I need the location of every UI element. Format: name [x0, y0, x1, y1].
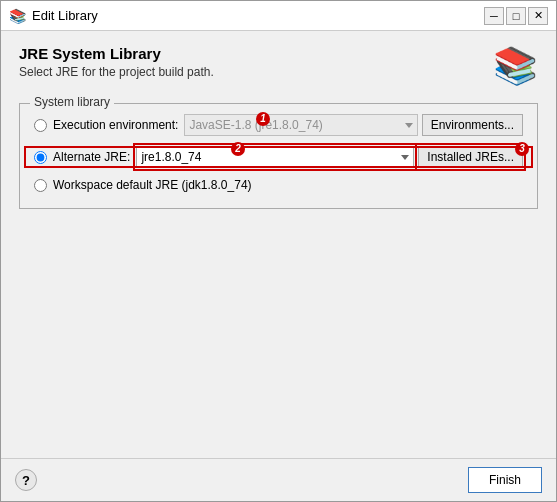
help-button[interactable]: ?: [15, 469, 37, 491]
group-label: System library: [30, 95, 114, 109]
content-area: JRE System Library Select JRE for the pr…: [1, 31, 556, 458]
page-subtitle: Select JRE for the project build path.: [19, 65, 483, 79]
window-icon: 📚: [9, 8, 26, 24]
workspace-jre-label: Workspace default JRE (jdk1.8.0_74): [53, 178, 252, 192]
alternate-jre-dropdown[interactable]: jre1.8.0_74: [136, 146, 414, 168]
edit-library-window: 📚 Edit Library ─ □ ✕ JRE System Library …: [0, 0, 557, 502]
title-bar: 📚 Edit Library ─ □ ✕: [1, 1, 556, 31]
header-section: JRE System Library Select JRE for the pr…: [19, 45, 538, 87]
close-button[interactable]: ✕: [528, 7, 548, 25]
alternate-jre-label: Alternate JRE:: [53, 150, 130, 164]
window-title: Edit Library: [32, 8, 98, 23]
execution-env-row: Execution environment: JavaSE-1.8 (jre1.…: [34, 114, 523, 136]
footer: ? Finish: [1, 458, 556, 501]
annotation-3: 3: [515, 142, 529, 156]
execution-env-label: Execution environment:: [53, 118, 178, 132]
header-icon: 📚: [493, 45, 538, 87]
workspace-jre-radio[interactable]: [34, 179, 47, 192]
execution-env-controls: JavaSE-1.8 (jre1.8.0_74) Environments...: [184, 114, 523, 136]
workspace-jre-row: Workspace default JRE (jdk1.8.0_74): [34, 178, 523, 192]
execution-env-dropdown[interactable]: JavaSE-1.8 (jre1.8.0_74): [184, 114, 417, 136]
title-left: 📚 Edit Library: [9, 8, 98, 24]
alternate-jre-radio[interactable]: [34, 151, 47, 164]
annotation-2: 2: [231, 142, 245, 156]
environments-button[interactable]: Environments...: [422, 114, 523, 136]
maximize-button[interactable]: □: [506, 7, 526, 25]
finish-button[interactable]: Finish: [468, 467, 542, 493]
window-controls: ─ □ ✕: [484, 7, 548, 25]
header-text: JRE System Library Select JRE for the pr…: [19, 45, 483, 79]
system-library-group: System library Execution environment: Ja…: [19, 103, 538, 209]
annotation-1: 1: [256, 112, 270, 126]
alternate-jre-row: Alternate JRE: jre1.8.0_74 Installed JRE…: [34, 146, 523, 168]
alternate-jre-controls: jre1.8.0_74 Installed JREs...: [136, 146, 523, 168]
minimize-button[interactable]: ─: [484, 7, 504, 25]
installed-jres-button[interactable]: Installed JREs...: [418, 146, 523, 168]
execution-env-radio[interactable]: [34, 119, 47, 132]
footer-buttons: Finish: [468, 467, 542, 493]
page-title: JRE System Library: [19, 45, 483, 62]
